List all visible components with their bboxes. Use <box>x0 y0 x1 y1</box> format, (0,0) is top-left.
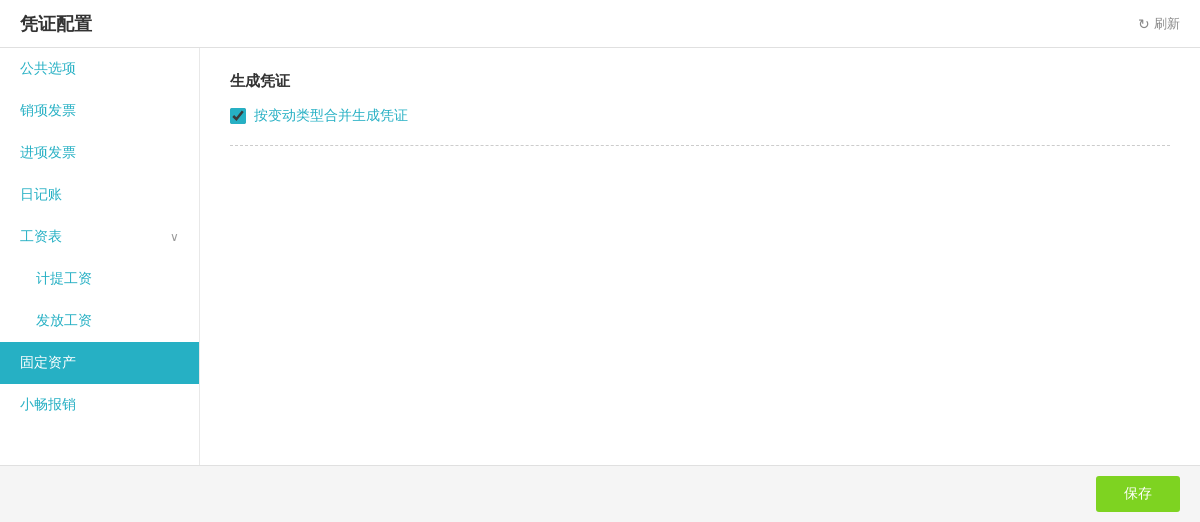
merge-by-type-checkbox[interactable] <box>230 108 246 124</box>
refresh-label: 刷新 <box>1154 15 1180 33</box>
sidebar-item-payroll-pay[interactable]: 发放工资 <box>0 300 199 342</box>
sidebar-item-purchase-invoice[interactable]: 进项发票 <box>0 132 199 174</box>
sidebar-item-label: 小畅报销 <box>20 396 76 414</box>
refresh-button[interactable]: ↻ 刷新 <box>1138 15 1180 33</box>
body-area: 公共选项销项发票进项发票日记账工资表 ∨ 计提工资发放工资固定资产小畅报销 生成凭证… <box>0 48 1200 465</box>
refresh-icon: ↻ <box>1138 16 1150 32</box>
sidebar-item-journal[interactable]: 日记账 <box>0 174 199 216</box>
sidebar-item-expense-report[interactable]: 小畅报销 <box>0 384 199 426</box>
chevron-down-icon: ∨ <box>170 230 179 244</box>
sidebar: 公共选项销项发票进项发票日记账工资表 ∨ 计提工资发放工资固定资产小畅报销 <box>0 48 200 465</box>
page-title: 凭证配置 <box>20 12 92 36</box>
page-header: 凭证配置 ↻ 刷新 <box>0 0 1200 48</box>
sidebar-item-label: 固定资产 <box>20 354 76 372</box>
sidebar-item-payroll-table[interactable]: 工资表 ∨ <box>0 216 199 258</box>
section-divider <box>230 145 1170 146</box>
sidebar-item-label: 工资表 <box>20 228 62 246</box>
page-footer: 保存 <box>0 465 1200 522</box>
section-title: 生成凭证 <box>230 72 1170 91</box>
sidebar-item-label: 销项发票 <box>20 102 76 120</box>
sidebar-item-label: 计提工资 <box>36 270 92 288</box>
checkbox-row: 按变动类型合并生成凭证 <box>230 107 1170 125</box>
save-button[interactable]: 保存 <box>1096 476 1180 512</box>
page-wrapper: 凭证配置 ↻ 刷新 公共选项销项发票进项发票日记账工资表 ∨ 计提工资发放工资固定资… <box>0 0 1200 522</box>
sidebar-item-label: 发放工资 <box>36 312 92 330</box>
sidebar-item-payroll-accrue[interactable]: 计提工资 <box>0 258 199 300</box>
sidebar-item-sales-invoice[interactable]: 销项发票 <box>0 90 199 132</box>
merge-by-type-label[interactable]: 按变动类型合并生成凭证 <box>254 107 408 125</box>
sidebar-item-fixed-assets[interactable]: 固定资产 <box>0 342 199 384</box>
sidebar-item-public-options[interactable]: 公共选项 <box>0 48 199 90</box>
sidebar-item-label: 公共选项 <box>20 60 76 78</box>
sidebar-item-label: 进项发票 <box>20 144 76 162</box>
sidebar-item-label: 日记账 <box>20 186 62 204</box>
main-content: 生成凭证 按变动类型合并生成凭证 <box>200 48 1200 465</box>
